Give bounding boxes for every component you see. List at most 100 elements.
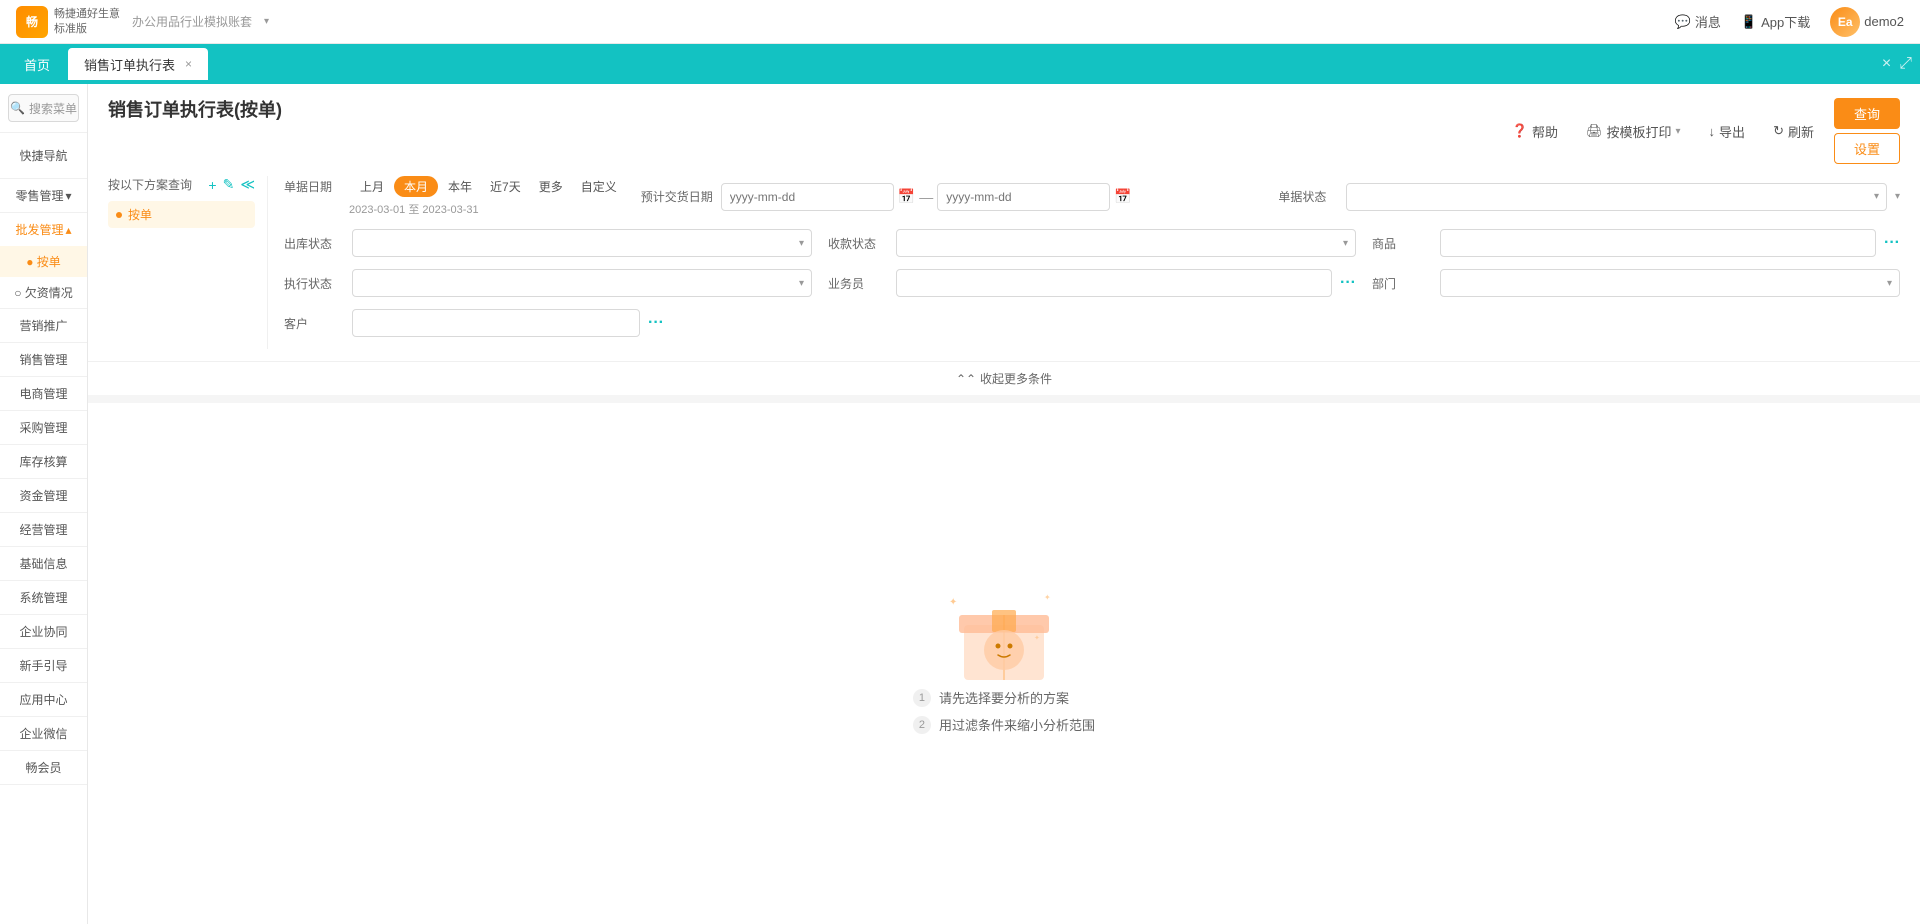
- sidebar-item-ecommerce[interactable]: 电商管理: [0, 377, 87, 410]
- help-icon: ❓: [1512, 123, 1528, 139]
- salesperson-input[interactable]: [896, 269, 1332, 297]
- sidebar-section-apps: 应用中心: [0, 683, 87, 717]
- exec-status-select[interactable]: [352, 269, 812, 297]
- app-download-button[interactable]: 📱 App下载: [1741, 12, 1810, 31]
- page-header-actions: ❓ 帮助 🖨 按模板打印 ▾ ↓ 导出 ↻ 刷新 查询: [1504, 98, 1900, 164]
- out-status-select[interactable]: [352, 229, 812, 257]
- product-input[interactable]: [1440, 229, 1876, 257]
- customer-more-button[interactable]: ···: [648, 314, 664, 332]
- exec-status-label: 执行状态: [284, 275, 344, 292]
- scheme-edit-button[interactable]: ✎: [223, 176, 235, 193]
- scheme-panel: 按以下方案查询 + ✎ ≪ 按单: [108, 176, 268, 349]
- filter-group-payment-status: 收款状态: [828, 229, 1356, 257]
- scheme-item-dot: [116, 212, 122, 218]
- sidebar-item-member[interactable]: 畅会员: [0, 751, 87, 784]
- sidebar-item-retail[interactable]: 零售管理 ▾: [0, 179, 87, 212]
- empty-state-area: ✦ ✦ ✦ 1 请先选择要分析的方案 2 用过滤条件来缩小分析范围: [88, 403, 1920, 924]
- sidebar-item-finance[interactable]: 资金管理: [0, 479, 87, 512]
- tab-home[interactable]: 首页: [8, 48, 66, 80]
- scheme-add-button[interactable]: +: [208, 177, 216, 193]
- product-more-button[interactable]: ···: [1884, 234, 1900, 252]
- breadcrumb-label: 办公用品行业模拟账套: [132, 13, 252, 30]
- sidebar: 🔍 搜索菜单 快捷导航 零售管理 ▾ 批发管理 ▴ ● 按单 ○: [0, 84, 88, 924]
- date-tab-this-year[interactable]: 本年: [440, 176, 480, 197]
- date-to-input[interactable]: [937, 183, 1110, 211]
- filter-row-2: 出库状态 收款状态: [284, 229, 1900, 257]
- tab-minimize-button[interactable]: ×: [1882, 55, 1891, 73]
- sidebar-item-newbie[interactable]: 新手引导: [0, 649, 87, 682]
- sidebar-item-sales[interactable]: 销售管理: [0, 343, 87, 376]
- tab-close-icon[interactable]: ×: [185, 57, 192, 71]
- sidebar-item-apps[interactable]: 应用中心: [0, 683, 87, 716]
- tab-maximize-button[interactable]: ⤢: [1899, 55, 1912, 73]
- sidebar-item-operations[interactable]: 经营管理: [0, 513, 87, 546]
- export-button[interactable]: ↓ 导出: [1701, 118, 1754, 145]
- logo-char: 畅: [26, 13, 38, 30]
- calendar-to-icon[interactable]: 📅: [1114, 188, 1131, 205]
- collapse-icon: ⌃⌃: [956, 372, 976, 386]
- scheme-item-order[interactable]: 按单: [108, 201, 255, 228]
- order-label: 按单: [37, 255, 61, 269]
- scheme-collapse-button[interactable]: ≪: [240, 176, 255, 193]
- filter-area: 按以下方案查询 + ✎ ≪ 按单: [88, 164, 1920, 361]
- wholesale-label: 批发管理: [15, 221, 63, 238]
- payment-status-label: 收款状态: [828, 235, 888, 252]
- salesperson-more-button[interactable]: ···: [1340, 274, 1356, 292]
- debt-dot: ○: [14, 286, 21, 300]
- scheme-header-label: 按以下方案查询: [108, 176, 192, 193]
- exec-status-select-wrap: [352, 269, 812, 297]
- sidebar-section-wholesale: 批发管理 ▴ ● 按单 ○ 欠资情况: [0, 213, 87, 309]
- svg-text:✦: ✦: [1044, 593, 1051, 602]
- sidebar-item-enterprise[interactable]: 企业协同: [0, 615, 87, 648]
- sidebar-sub-item-order[interactable]: ● 按单: [0, 246, 87, 277]
- tab-sales-order[interactable]: 销售订单执行表 ×: [68, 48, 208, 80]
- sidebar-section-system: 系统管理: [0, 581, 87, 615]
- print-icon: 🖨: [1586, 123, 1603, 139]
- retail-label: 零售管理: [15, 187, 63, 204]
- retail-arrow: ▾: [65, 189, 71, 203]
- sidebar-item-quick-nav[interactable]: 快捷导航: [0, 139, 87, 172]
- expected-date-label: 预计交货日期: [641, 188, 713, 205]
- customer-input[interactable]: [352, 309, 640, 337]
- date-tab-last-month[interactable]: 上月: [352, 176, 392, 197]
- date-tab-custom[interactable]: 自定义: [573, 176, 625, 197]
- filter-group-out-status: 出库状态: [284, 229, 812, 257]
- date-tab-more[interactable]: 更多: [531, 176, 571, 197]
- status-select-wrap: [1346, 183, 1887, 211]
- sidebar-item-wholesale[interactable]: 批发管理 ▴: [0, 213, 87, 246]
- settings-button[interactable]: 设置: [1834, 133, 1900, 164]
- help-button[interactable]: ❓ 帮助: [1504, 118, 1566, 145]
- collapse-label: 收起更多条件: [980, 370, 1052, 387]
- date-from-input[interactable]: [721, 183, 894, 211]
- query-button[interactable]: 查询: [1834, 98, 1900, 129]
- date-tab-7days[interactable]: 近7天: [482, 176, 529, 197]
- sidebar-sub-item-debt[interactable]: ○ 欠资情况: [0, 277, 87, 308]
- print-button[interactable]: 🖨 按模板打印 ▾: [1578, 118, 1689, 145]
- filter-group-status: 单据状态 ▾: [1278, 183, 1900, 211]
- sidebar-item-marketing[interactable]: 营销推广: [0, 309, 87, 342]
- payment-status-select[interactable]: [896, 229, 1356, 257]
- sidebar-item-inventory[interactable]: 库存核算: [0, 445, 87, 478]
- sidebar-item-basic[interactable]: 基础信息: [0, 547, 87, 580]
- collapse-button[interactable]: ⌃⌃ 收起更多条件: [88, 361, 1920, 395]
- message-button[interactable]: 💬 消息: [1675, 12, 1721, 31]
- calendar-from-icon[interactable]: 📅: [898, 188, 915, 205]
- dept-select[interactable]: [1440, 269, 1900, 297]
- user-area[interactable]: Ea demo2: [1830, 7, 1904, 37]
- date-tab-this-month[interactable]: 本月: [394, 176, 438, 197]
- sidebar-item-system[interactable]: 系统管理: [0, 581, 87, 614]
- sidebar-section-finance: 资金管理: [0, 479, 87, 513]
- date-tabs: 上月 本月 本年 近7天 更多 自定义: [352, 176, 625, 197]
- sidebar-section-retail: 零售管理 ▾: [0, 179, 87, 213]
- filter-group-expected-date: 预计交货日期 📅 — 📅: [641, 183, 1263, 211]
- sidebar-item-wechat[interactable]: 企业微信: [0, 717, 87, 750]
- refresh-button[interactable]: ↻ 刷新: [1765, 118, 1822, 145]
- status-select[interactable]: [1346, 183, 1887, 211]
- page-header: 销售订单执行表(按单) ❓ 帮助 🖨 按模板打印 ▾ ↓ 导出 ↻ 刷新: [88, 84, 1920, 164]
- export-label: 导出: [1719, 122, 1745, 141]
- sidebar-section-ecommerce: 电商管理: [0, 377, 87, 411]
- out-status-label: 出库状态: [284, 235, 344, 252]
- tab-home-label: 首页: [24, 55, 50, 74]
- search-menu-button[interactable]: 🔍 搜索菜单: [8, 94, 79, 122]
- sidebar-item-purchase[interactable]: 采购管理: [0, 411, 87, 444]
